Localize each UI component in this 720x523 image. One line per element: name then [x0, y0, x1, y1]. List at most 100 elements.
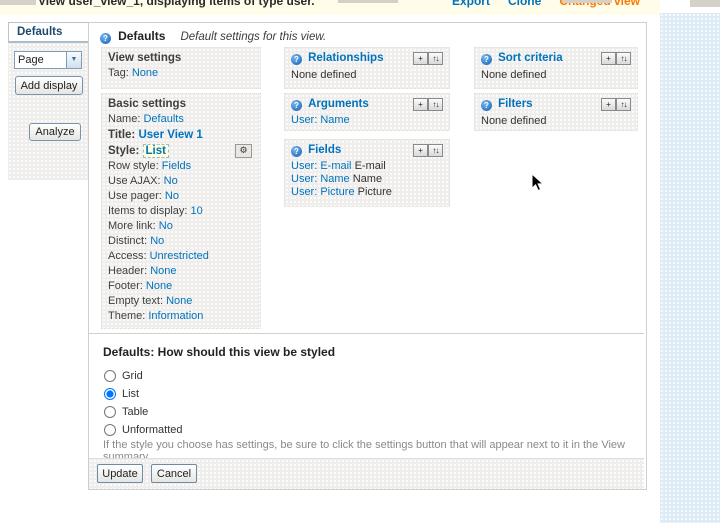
setting-label: Tag:: [108, 67, 132, 79]
rearrange-button[interactable]: ↑↓: [428, 52, 443, 65]
field-item-link[interactable]: User: E-mail: [291, 160, 352, 172]
display-type-select[interactable]: Page ▼: [14, 51, 82, 69]
setting-row-title: Title: User View 1: [108, 127, 254, 143]
page-background-strip: [660, 13, 720, 523]
setting-value-link[interactable]: Defaults: [143, 113, 183, 125]
setting-row-more-link: More link: No: [108, 219, 254, 234]
add-item-button[interactable]: +: [413, 52, 428, 65]
setting-label: Use AJAX:: [108, 175, 164, 187]
filters-empty: None defined: [481, 114, 631, 129]
browser-chrome-fragment: [0, 0, 36, 5]
analyze-button[interactable]: Analyze: [29, 123, 81, 141]
setting-row-name: Name: Defaults: [108, 112, 254, 127]
setting-label: Name:: [108, 113, 143, 125]
view-settings-box: View settings Tag: None: [101, 47, 261, 89]
add-item-button[interactable]: +: [601, 98, 616, 111]
field-item: User: Name Name: [291, 173, 443, 186]
setting-label: Footer:: [108, 280, 146, 292]
setting-value-link[interactable]: No: [150, 235, 164, 247]
setting-value-link[interactable]: No: [164, 175, 178, 187]
header-link-export[interactable]: Export: [452, 0, 490, 8]
style-option-label: Table: [122, 406, 148, 418]
add-item-button[interactable]: +: [413, 98, 428, 111]
field-item-label: Picture: [355, 186, 392, 198]
setting-label: Row style:: [108, 160, 162, 172]
help-icon[interactable]: ?: [291, 54, 302, 65]
setting-value-link[interactable]: Unrestricted: [150, 250, 209, 262]
arguments-title-link[interactable]: Arguments: [308, 98, 369, 110]
fields-box: ? Fields +↑↓ User: E-mail E-mailUser: Na…: [284, 139, 450, 207]
style-option-list: List: [104, 385, 183, 403]
add-item-button[interactable]: +: [413, 144, 428, 157]
setting-value-link[interactable]: User View 1: [138, 129, 202, 141]
setting-row-items-to-display: Items to display: 10: [108, 204, 254, 219]
summary-heading: ? Defaults Default settings for this vie…: [100, 29, 326, 44]
field-item-label: Name: [350, 173, 382, 185]
display-type-select-value: Page: [18, 54, 44, 66]
field-item-link[interactable]: User: Picture: [291, 186, 355, 198]
relationships-buttons: +↑↓: [413, 52, 443, 65]
setting-value-link[interactable]: None: [166, 295, 192, 307]
style-radio-unformatted[interactable]: [104, 424, 116, 436]
help-icon[interactable]: ?: [291, 146, 302, 157]
add-item-button[interactable]: +: [601, 52, 616, 65]
style-radio-table[interactable]: [104, 406, 116, 418]
rearrange-button[interactable]: ↑↓: [616, 52, 631, 65]
setting-label: Access:: [108, 250, 150, 262]
sort-criteria-title-link[interactable]: Sort criteria: [498, 52, 563, 64]
field-item-link[interactable]: User: Name: [291, 173, 350, 185]
relationships-box: ? Relationships +↑↓ None defined: [284, 47, 450, 89]
settings-gear-icon[interactable]: ⚙: [235, 144, 252, 158]
chevron-down-icon[interactable]: ▼: [66, 52, 81, 68]
setting-value-link[interactable]: Information: [148, 310, 203, 322]
style-radio-grid[interactable]: [104, 370, 116, 382]
setting-label: Items to display:: [108, 205, 191, 217]
argument-item-link[interactable]: User: Name: [291, 114, 350, 126]
help-icon[interactable]: ?: [291, 100, 302, 111]
style-option-label: Unformatted: [122, 424, 183, 436]
relationships-title-link[interactable]: Relationships: [308, 52, 383, 64]
help-icon[interactable]: ?: [481, 54, 492, 65]
add-display-button[interactable]: Add display: [15, 76, 83, 95]
field-item: User: E-mail E-mail: [291, 160, 443, 173]
rearrange-button[interactable]: ↑↓: [616, 98, 631, 111]
header-link-clone[interactable]: Clone: [508, 0, 541, 8]
view-settings-title: View settings: [108, 52, 254, 66]
setting-value-link[interactable]: No: [159, 220, 173, 232]
rearrange-button[interactable]: ↑↓: [428, 144, 443, 157]
cancel-button[interactable]: Cancel: [151, 464, 197, 483]
view-status-bar: View user_view_1, displaying items of ty…: [0, 0, 660, 15]
setting-value-link[interactable]: No: [165, 190, 179, 202]
setting-row-header: Header: None: [108, 264, 254, 279]
update-button[interactable]: Update: [97, 464, 143, 483]
tab-defaults[interactable]: Defaults: [8, 22, 89, 44]
setting-label: Empty text:: [108, 295, 166, 307]
setting-row-distinct: Distinct: No: [108, 234, 254, 249]
rearrange-button[interactable]: ↑↓: [428, 98, 443, 111]
setting-label: Style:: [108, 145, 143, 157]
sort-criteria-buttons: +↑↓: [601, 52, 631, 65]
setting-value-link[interactable]: Fields: [162, 160, 191, 172]
style-settings-form: Defaults: How should this view be styled…: [89, 333, 644, 459]
setting-value-link[interactable]: None: [132, 67, 158, 79]
setting-value-link[interactable]: None: [150, 265, 176, 277]
basic-settings-title: Basic settings: [108, 98, 254, 112]
view-title: View user_view_1, displaying items of ty…: [38, 0, 315, 8]
browser-chrome-fragment: [562, 0, 612, 3]
field-item-label: E-mail: [352, 160, 386, 172]
views-ui-screen: View user_view_1, displaying items of ty…: [0, 0, 720, 523]
filters-title-link[interactable]: Filters: [498, 98, 533, 110]
field-item: User: Picture Picture: [291, 186, 443, 199]
setting-value-link[interactable]: None: [146, 280, 172, 292]
summary-heading-description: Default settings for this view.: [180, 31, 326, 43]
style-radio-list[interactable]: [104, 388, 116, 400]
fields-title-link[interactable]: Fields: [308, 144, 341, 156]
fields-buttons: +↑↓: [413, 144, 443, 157]
setting-value-link[interactable]: 10: [191, 205, 203, 217]
setting-value-link[interactable]: List: [143, 144, 169, 158]
setting-row-row-style: Row style: Fields: [108, 159, 254, 174]
summary-heading-title: Defaults: [118, 29, 165, 43]
setting-row-use-ajax: Use AJAX: No: [108, 174, 254, 189]
help-icon[interactable]: ?: [100, 33, 111, 44]
help-icon[interactable]: ?: [481, 100, 492, 111]
